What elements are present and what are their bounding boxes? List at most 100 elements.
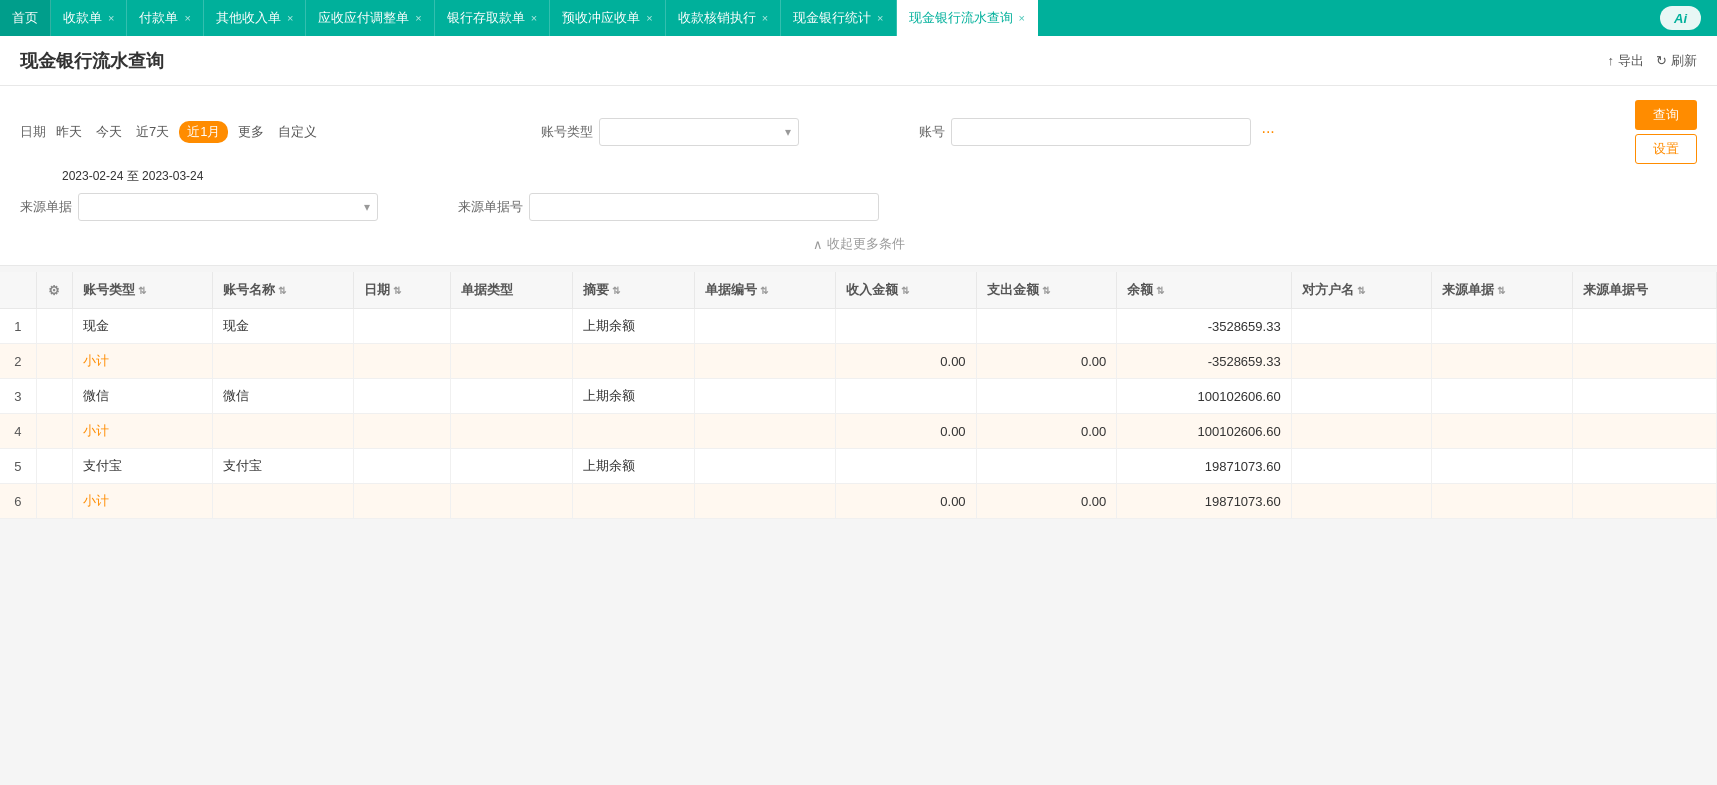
nav-tab-collection[interactable]: 收款单 × [51,0,127,36]
cell-index: 4 [0,414,36,449]
cell-summary [573,344,695,379]
query-button[interactable]: 查询 [1635,100,1697,130]
col-account-name[interactable]: 账号名称⇅ [213,272,354,309]
cell-index: 3 [0,379,36,414]
ai-badge[interactable]: Ai [1660,6,1701,30]
close-icon[interactable]: × [646,12,652,24]
nav-home[interactable]: 首页 [0,0,51,36]
date-range-value: 2023-02-24 至 2023-03-24 [62,169,203,183]
cell-counterparty [1291,449,1432,484]
nav-tab-cash-bank-stats[interactable]: 现金银行统计 × [781,0,896,36]
ai-label: Ai [1674,11,1687,26]
nav-tab-payment[interactable]: 付款单 × [127,0,203,36]
account-label: 账号 [919,123,945,141]
date-range-display: 2023-02-24 至 2023-03-24 [58,168,1697,185]
cell-source-voucher-no [1572,344,1716,379]
sort-icon: ⇅ [1156,285,1164,296]
close-icon[interactable]: × [531,12,537,24]
cell-voucher-type [450,449,572,484]
col-summary[interactable]: 摘要⇅ [573,272,695,309]
cell-income [835,309,976,344]
table-wrap: ⚙ 账号类型⇅ 账号名称⇅ 日期⇅ 单据类型 摘要⇅ 单据编号⇅ [0,272,1717,519]
account-input[interactable] [951,118,1251,146]
cell-summary [573,414,695,449]
cell-source-voucher [1432,414,1573,449]
source-voucher-select[interactable] [78,193,378,221]
top-navigation: 首页 收款单 × 付款单 × 其他收入单 × 应收应付调整单 × 银行存取款单 … [0,0,1717,36]
cell-account-name [213,414,354,449]
nav-tab-cash-bank-flow[interactable]: 现金银行流水查询 × [897,0,1038,36]
col-counterparty[interactable]: 对方户名⇅ [1291,272,1432,309]
data-table: ⚙ 账号类型⇅ 账号名称⇅ 日期⇅ 单据类型 摘要⇅ 单据编号⇅ [0,272,1717,519]
close-icon[interactable]: × [1019,12,1025,24]
col-voucher-type[interactable]: 单据类型 [450,272,572,309]
col-balance[interactable]: 余额⇅ [1117,272,1291,309]
sort-icon: ⇅ [612,285,620,296]
nav-tab-other-income[interactable]: 其他收入单 × [204,0,306,36]
collapse-bar[interactable]: ∧ 收起更多条件 [20,231,1697,255]
date-btn-today[interactable]: 今天 [92,121,126,143]
cell-index: 2 [0,344,36,379]
cell-voucher-no [695,449,836,484]
cell-expense [976,379,1117,414]
cell-date [353,484,450,519]
cell-voucher-type [450,344,572,379]
cell-date [353,344,450,379]
source-voucher-filter: 来源单据 [20,193,378,221]
tab-label: 银行存取款单 [447,9,525,27]
cell-source-voucher [1432,309,1573,344]
nav-tab-ar-ap-adjust[interactable]: 应收应付调整单 × [306,0,434,36]
cell-balance: 19871073.60 [1117,449,1291,484]
gear-icon[interactable]: ⚙ [48,283,60,298]
cell-summary: 上期余额 [573,449,695,484]
close-icon[interactable]: × [762,12,768,24]
export-button[interactable]: ↑ 导出 [1608,52,1645,70]
nav-tab-bank-deposit[interactable]: 银行存取款单 × [435,0,550,36]
date-btn-7days[interactable]: 近7天 [132,121,173,143]
col-account-type[interactable]: 账号类型⇅ [72,272,213,309]
col-voucher-no[interactable]: 单据编号⇅ [695,272,836,309]
col-expense[interactable]: 支出金额⇅ [976,272,1117,309]
date-btn-yesterday[interactable]: 昨天 [52,121,86,143]
close-icon[interactable]: × [287,12,293,24]
date-btn-1month[interactable]: 近1月 [179,121,228,143]
source-voucher-select-wrap [78,193,378,221]
col-income[interactable]: 收入金额⇅ [835,272,976,309]
cell-expense: 0.00 [976,414,1117,449]
account-type-select[interactable]: 现金 微信 支付宝 [599,118,799,146]
close-icon[interactable]: × [415,12,421,24]
export-icon: ↑ [1608,53,1615,68]
cell-date [353,414,450,449]
account-dots-button[interactable]: ··· [1257,123,1278,141]
cell-income: 0.00 [835,414,976,449]
settings-button[interactable]: 设置 [1635,134,1697,164]
close-icon[interactable]: × [108,12,114,24]
tab-label: 付款单 [139,9,178,27]
col-date[interactable]: 日期⇅ [353,272,450,309]
date-btn-custom[interactable]: 自定义 [274,121,321,143]
cell-balance: -3528659.33 [1117,344,1291,379]
account-type-filter: 账号类型 现金 微信 支付宝 [541,118,799,146]
cell-counterparty [1291,414,1432,449]
date-label: 日期 [20,123,46,141]
cell-summary: 上期余额 [573,379,695,414]
close-icon[interactable]: × [877,12,883,24]
source-voucher-no-input[interactable] [529,193,879,221]
table-body: 1现金现金上期余额-3528659.332小计0.000.00-3528659.… [0,309,1717,519]
cell-account-name: 现金 [213,309,354,344]
close-icon[interactable]: × [184,12,190,24]
cell-expense [976,449,1117,484]
col-gear[interactable]: ⚙ [36,272,72,309]
cell-date [353,449,450,484]
col-source-voucher-no[interactable]: 来源单据号 [1572,272,1716,309]
col-source-voucher[interactable]: 来源单据⇅ [1432,272,1573,309]
date-filter: 日期 昨天 今天 近7天 近1月 更多 自定义 [20,121,321,143]
cell-account-type: 小计 [72,414,213,449]
sort-icon: ⇅ [760,285,768,296]
nav-tab-collection-exec[interactable]: 收款核销执行 × [666,0,781,36]
filter-row-2: 来源单据 来源单据号 [20,193,1697,221]
date-btn-more[interactable]: 更多 [234,121,268,143]
nav-tab-prepay-offset[interactable]: 预收冲应收单 × [550,0,665,36]
cell-account-name: 微信 [213,379,354,414]
refresh-button[interactable]: ↻ 刷新 [1656,52,1697,70]
